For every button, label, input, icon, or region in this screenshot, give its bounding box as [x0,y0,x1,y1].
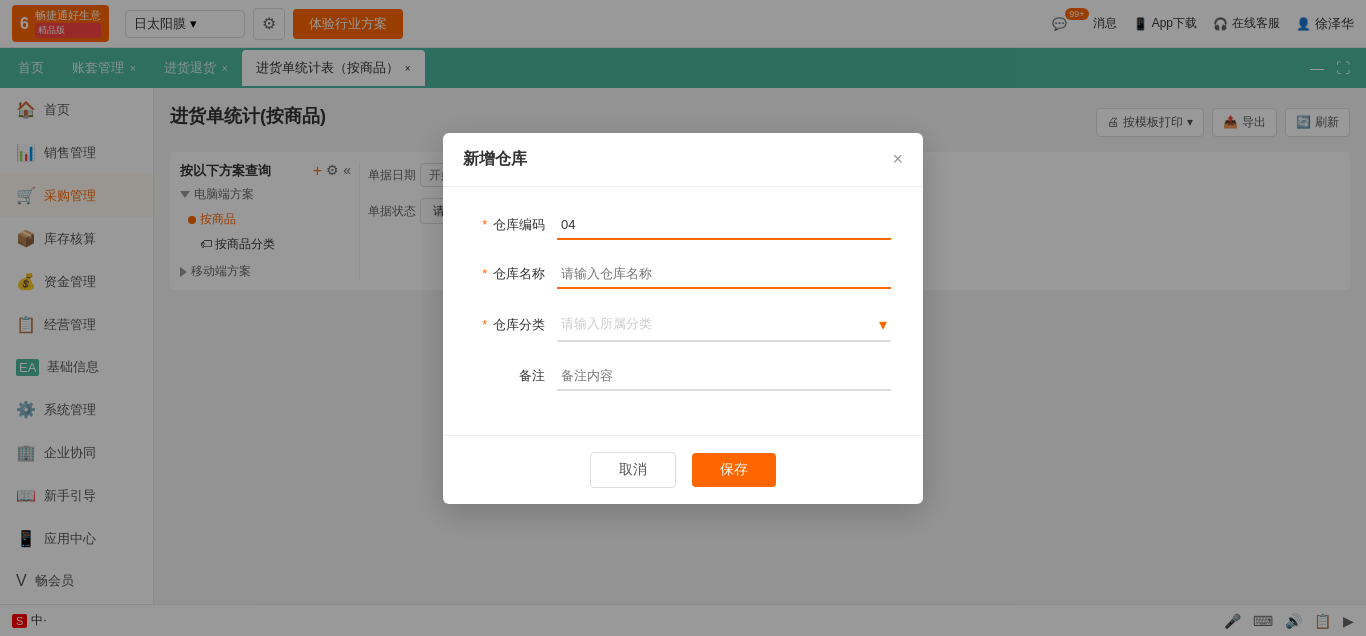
note-label: 备注 [475,367,545,385]
name-required-star: * [482,266,487,281]
category-required-star: * [482,317,487,332]
code-label: * 仓库编码 [475,216,545,234]
warehouse-modal: 新增仓库 × * 仓库编码 * 仓库名称 [443,133,923,504]
note-label-text: 备注 [519,368,545,383]
form-row-note: 备注 [475,362,891,391]
category-dropdown-icon: ▾ [879,315,887,334]
category-select[interactable]: 请输入所属分类 ▾ [557,309,891,342]
category-label: * 仓库分类 [475,316,545,334]
category-placeholder: 请输入所属分类 [561,315,652,333]
modal-title: 新增仓库 [463,149,527,170]
save-button[interactable]: 保存 [692,453,776,487]
code-input[interactable] [557,211,891,240]
form-row-category: * 仓库分类 请输入所属分类 ▾ [475,309,891,342]
modal-header: 新增仓库 × [443,133,923,187]
form-row-name: * 仓库名称 [475,260,891,289]
modal-overlay: 新增仓库 × * 仓库编码 * 仓库名称 [0,0,1366,636]
name-label: * 仓库名称 [475,265,545,283]
form-row-code: * 仓库编码 [475,211,891,240]
name-label-text: 仓库名称 [493,266,545,281]
code-label-text: 仓库编码 [493,217,545,232]
cancel-button[interactable]: 取消 [590,452,676,488]
modal-footer: 取消 保存 [443,435,923,504]
modal-body: * 仓库编码 * 仓库名称 * 仓库分类 请输入 [443,187,923,435]
note-input[interactable] [557,362,891,391]
name-input[interactable] [557,260,891,289]
code-required-star: * [482,217,487,232]
modal-close-button[interactable]: × [892,149,903,170]
category-label-text: 仓库分类 [493,317,545,332]
